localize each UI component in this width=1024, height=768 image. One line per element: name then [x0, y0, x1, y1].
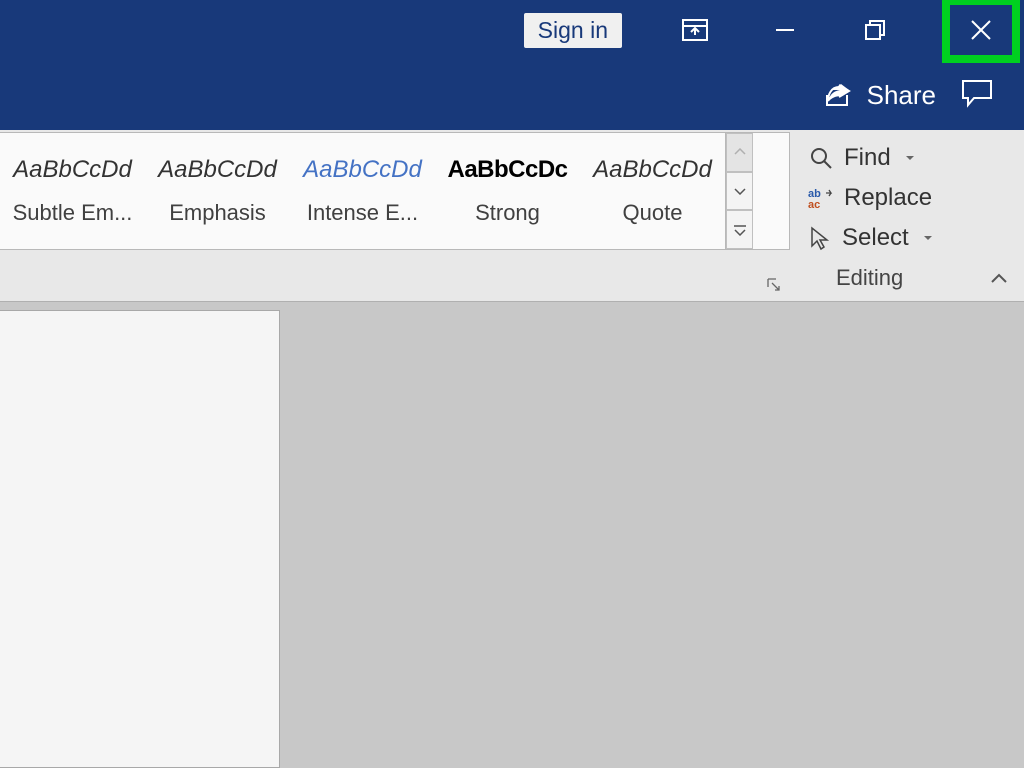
style-label: Quote [623, 200, 683, 226]
styles-dialog-launcher[interactable] [766, 277, 784, 295]
minimize-button[interactable] [752, 0, 817, 60]
replace-button[interactable]: ab ac Replace [808, 178, 1010, 218]
styles-pane: AaBbCcDd Subtle Em... AaBbCcDd Emphasis … [0, 130, 790, 301]
dropdown-icon [905, 154, 915, 162]
document-area[interactable] [0, 302, 1024, 768]
find-label: Find [844, 144, 891, 172]
search-icon [808, 145, 834, 171]
restore-icon [863, 18, 887, 42]
minimize-icon [773, 18, 797, 42]
style-label: Subtle Em... [13, 200, 133, 226]
share-icon [823, 81, 855, 109]
expand-gallery-icon [733, 224, 747, 236]
replace-label: Replace [844, 184, 932, 212]
style-quote[interactable]: AaBbCcDd Quote [580, 133, 725, 249]
document-page[interactable] [0, 310, 280, 768]
ribbon: AaBbCcDd Subtle Em... AaBbCcDd Emphasis … [0, 130, 1024, 302]
chevron-up-icon [734, 148, 746, 156]
comment-icon [960, 78, 994, 108]
svg-text:ac: ac [808, 199, 820, 209]
styles-scroll-down-button[interactable] [726, 172, 753, 211]
titlebar: Sign in [0, 0, 1024, 130]
styles-gallery: AaBbCcDd Subtle Em... AaBbCcDd Emphasis … [0, 132, 790, 250]
find-button[interactable]: Find [808, 138, 1010, 178]
cursor-icon [808, 225, 832, 251]
style-subtle-emphasis[interactable]: AaBbCcDd Subtle Em... [0, 133, 145, 249]
style-intense-emphasis[interactable]: AaBbCcDd Intense E... [290, 133, 435, 249]
style-preview: AaBbCcDd [303, 156, 422, 184]
dropdown-icon [923, 234, 933, 242]
select-button[interactable]: Select [808, 218, 1010, 258]
ribbon-display-icon [682, 19, 708, 41]
style-preview: AaBbCcDc [447, 156, 567, 184]
close-icon [968, 17, 994, 43]
close-button-highlight [942, 0, 1020, 63]
dialog-launcher-icon [766, 277, 782, 293]
chevron-up-icon [990, 273, 1008, 285]
editing-group-label: Editing [836, 265, 903, 291]
style-strong[interactable]: AaBbCcDc Strong [435, 133, 580, 249]
style-preview: AaBbCcDd [593, 156, 712, 184]
sign-in-button[interactable]: Sign in [524, 13, 622, 48]
comments-button[interactable] [960, 78, 994, 113]
style-label: Emphasis [169, 200, 266, 226]
style-preview: AaBbCcDd [158, 156, 277, 184]
ribbon-display-options-button[interactable] [662, 0, 727, 60]
styles-expand-button[interactable] [726, 210, 753, 249]
replace-icon: ab ac [808, 187, 834, 209]
select-label: Select [842, 224, 909, 252]
style-label: Intense E... [307, 200, 418, 226]
share-button[interactable]: Share [823, 80, 936, 111]
collapse-ribbon-button[interactable] [990, 265, 1008, 291]
share-label: Share [867, 80, 936, 111]
style-label: Strong [475, 200, 540, 226]
editing-pane: Find ab ac Replace Select Editing [790, 130, 1024, 301]
style-preview: AaBbCcDd [13, 156, 132, 184]
styles-scrollbar [725, 133, 753, 249]
chevron-down-icon [734, 187, 746, 195]
styles-scroll-up-button[interactable] [726, 133, 753, 172]
style-emphasis[interactable]: AaBbCcDd Emphasis [145, 133, 290, 249]
restore-button[interactable] [842, 0, 907, 60]
close-button[interactable] [950, 5, 1012, 55]
